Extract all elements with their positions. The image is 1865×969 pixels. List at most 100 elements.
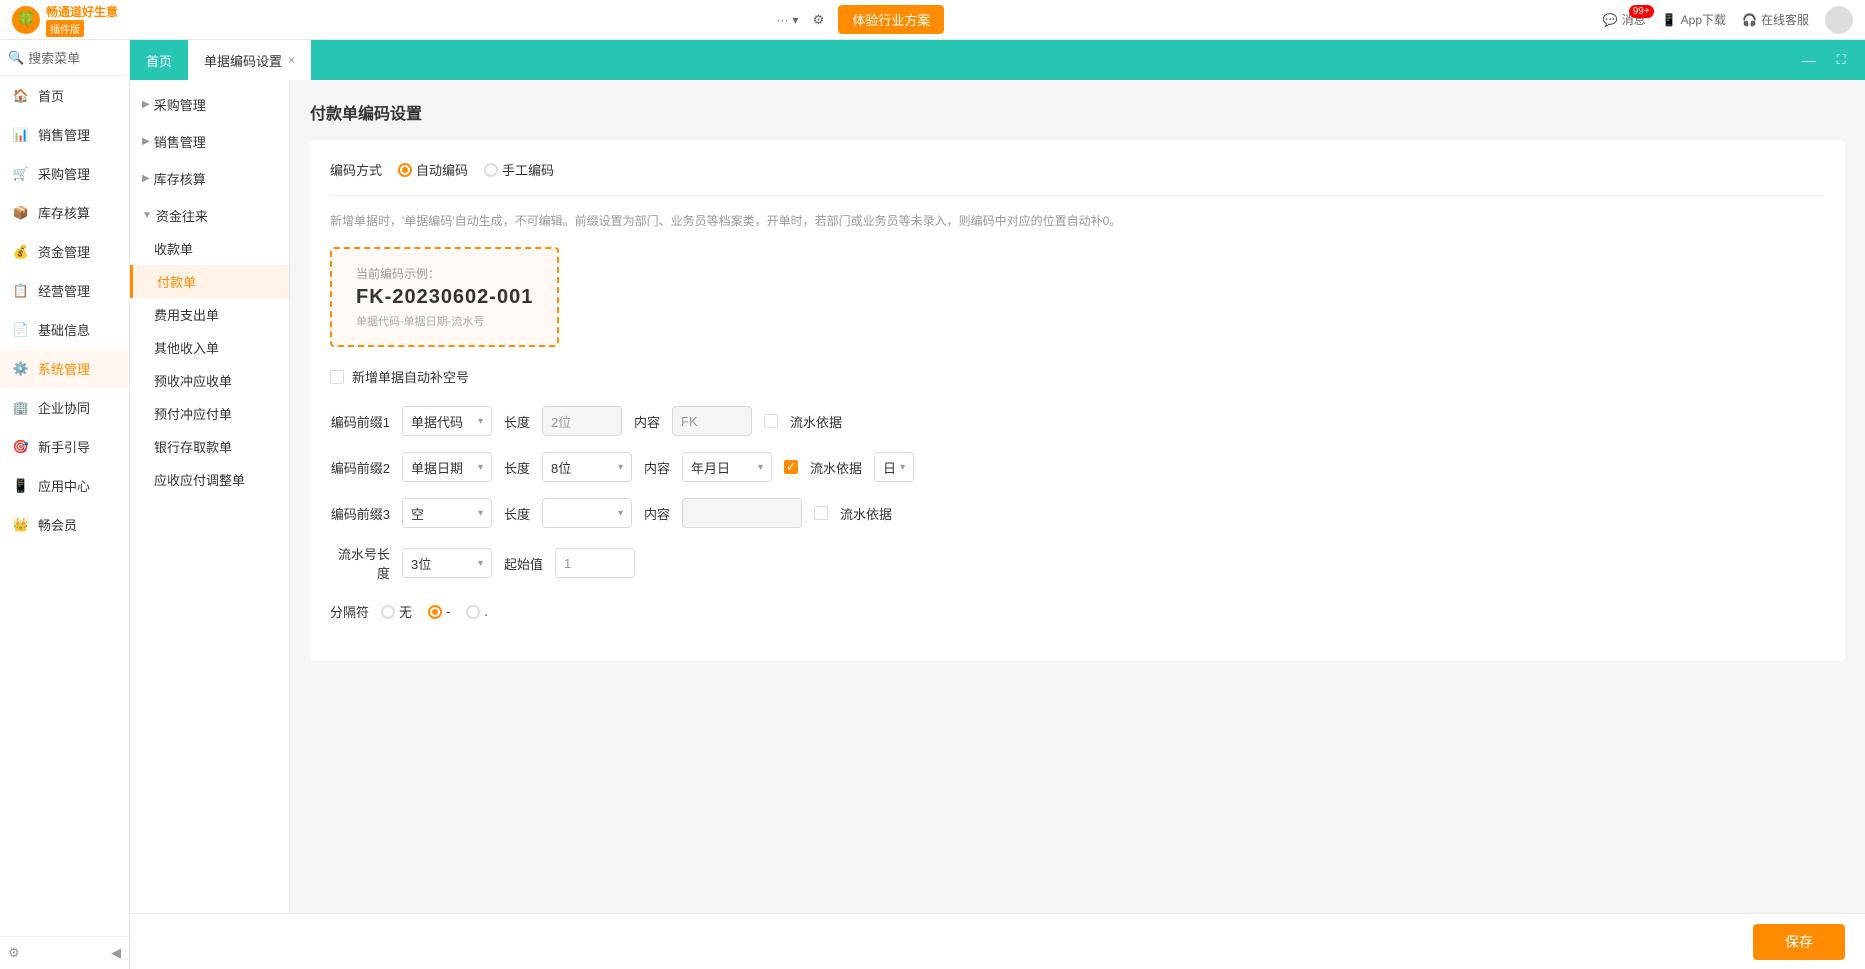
prefix3-length-select[interactable] (542, 498, 632, 528)
auto-encode-radio[interactable]: 自动编码 (398, 160, 468, 179)
nav-item-bank-deposit[interactable]: 银行存取款单 (130, 430, 289, 463)
nav-item-receipt[interactable]: 收款单 (130, 232, 289, 265)
sidebar-item-enterprise[interactable]: 🏢 企业协同 (0, 388, 129, 427)
sidebar-item-sales[interactable]: 📊 销售管理 (0, 115, 129, 154)
sidebar-collapse-icon[interactable]: ◀ (111, 945, 121, 961)
inventory-icon: 📦 (12, 204, 30, 222)
nav-item-expense[interactable]: 费用支出单 (130, 298, 289, 331)
prefix1-length-label: 长度 (504, 412, 530, 431)
separator-dot-radio[interactable]: . (466, 604, 488, 619)
prefix1-serial-checkbox[interactable] (764, 414, 778, 428)
prefix2-serial-checkbox[interactable]: ✓ (784, 460, 798, 474)
prefix2-content-label: 内容 (644, 458, 670, 477)
prefix1-select[interactable]: 单据代码 (402, 406, 492, 436)
base-icon: 📄 (12, 321, 30, 339)
message-item[interactable]: 💬 消息 99+ (1603, 11, 1646, 28)
service-icon: 🎧 (1742, 13, 1757, 27)
trial-button[interactable]: 体验行业方案 (838, 5, 944, 34)
separator-dash-radio[interactable]: - (428, 604, 450, 619)
save-button[interactable]: 保存 (1753, 924, 1845, 960)
sidebar-item-inventory[interactable]: 📦 库存核算 (0, 193, 129, 232)
member-icon: 👑 (12, 516, 30, 534)
online-service-item[interactable]: 🎧 在线客服 (1742, 11, 1809, 28)
prefix3-select[interactable]: 空 (402, 498, 492, 528)
nav-group-inventory-title[interactable]: ▶ 库存核算 (130, 162, 289, 195)
nav-group-sales-title[interactable]: ▶ 销售管理 (130, 125, 289, 158)
nav-item-other-income[interactable]: 其他收入单 (130, 331, 289, 364)
prefix3-length-chevron-icon (618, 508, 623, 519)
sidebar-item-member[interactable]: 👑 畅会员 (0, 505, 129, 544)
auto-fill-label: 新增单据自动补空号 (352, 367, 469, 386)
prefix2-content-select[interactable]: 年月日 (682, 452, 772, 482)
prefix2-length-label: 长度 (504, 458, 530, 477)
prefix3-length-label: 长度 (504, 504, 530, 523)
sidebar: 🔍 搜索菜单 🏠 首页 📊 销售管理 🛒 采购管理 📦 库存核算 💰 (0, 40, 130, 969)
day-chevron-icon (900, 462, 905, 473)
sidebar-item-purchase[interactable]: 🛒 采购管理 (0, 154, 129, 193)
sidebar-item-newguide[interactable]: 🎯 新手引导 (0, 427, 129, 466)
separator-label: 分隔符 (330, 602, 369, 621)
main-layout: 🔍 搜索菜单 🏠 首页 📊 销售管理 🛒 采购管理 📦 库存核算 💰 (0, 40, 1865, 969)
start-value-input[interactable]: 1 (555, 548, 635, 578)
left-nav-panel: ▶ 采购管理 ▶ 销售管理 ▶ 库存核算 (130, 80, 290, 913)
sidebar-search[interactable]: 🔍 搜索菜单 (0, 40, 129, 76)
sidebar-item-system[interactable]: ⚙️ 系统管理 (0, 349, 129, 388)
nav-group-capital-title[interactable]: ▼ 资金往来 (130, 199, 289, 232)
nav-group-purchase-title[interactable]: ▶ 采购管理 (130, 88, 289, 121)
prefix2-label: 编码前缀2 (330, 458, 390, 477)
auto-fill-row: 新增单据自动补空号 (330, 367, 1825, 386)
main-content: 付款单编码设置 编码方式 自动编码 手工编码 (290, 80, 1865, 913)
nav-group-capital: ▼ 资金往来 收款单 付款单 费用支出单 其他收入单 预收冲应收单 预付冲应付单… (130, 199, 289, 496)
serial-row: 流水号长度 3位 起始值 1 (330, 544, 1825, 582)
separator-none-radio[interactable]: 无 (381, 602, 412, 621)
bottom-bar: 保存 (130, 913, 1865, 969)
nav-item-prepay-pay[interactable]: 预付冲应付单 (130, 397, 289, 430)
logo-icon: 🍀 (12, 6, 40, 34)
app-download-item[interactable]: 📱 App下载 (1662, 11, 1726, 28)
serial-chevron-icon (478, 558, 483, 569)
preview-format: 单据代码-单据日期-流水号 (356, 313, 533, 329)
user-avatar[interactable] (1825, 6, 1853, 34)
prefix3-serial-checkbox[interactable] (814, 506, 828, 520)
sidebar-item-home[interactable]: 🏠 首页 (0, 76, 129, 115)
home-icon: 🏠 (12, 87, 30, 105)
serial-length-select[interactable]: 3位 (402, 548, 492, 578)
nav-item-prepay-recv[interactable]: 预收冲应收单 (130, 364, 289, 397)
tab-home[interactable]: 首页 (130, 40, 188, 80)
sidebar-item-operations[interactable]: 📋 经营管理 (0, 271, 129, 310)
prefix2-serial-label: 流水依据 (810, 458, 862, 477)
serial-length-label: 流水号长度 (330, 544, 390, 582)
two-pane: ▶ 采购管理 ▶ 销售管理 ▶ 库存核算 (130, 80, 1865, 913)
manual-encode-radio[interactable]: 手工编码 (484, 160, 554, 179)
nav-dropdown[interactable]: ··· (776, 13, 798, 27)
logo-text: 畅通道好生意 插件版 (46, 3, 118, 37)
preview-label: 当前编码示例： (356, 265, 533, 282)
prefix1-chevron-icon (478, 416, 483, 427)
nav-item-ar-ap-adj[interactable]: 应收应付调整单 (130, 463, 289, 496)
separator-radio-group: 无 - . (381, 602, 488, 621)
search-icon: 🔍 (8, 50, 24, 66)
prefix2-length-select[interactable]: 8位 (542, 452, 632, 482)
purchase-icon: 🛒 (12, 165, 30, 183)
settings-card: 编码方式 自动编码 手工编码 (310, 140, 1845, 661)
prefix2-day-select[interactable]: 日 (874, 452, 914, 482)
prefix2-content-chevron-icon (758, 462, 763, 473)
tab-minimize-icon[interactable]: — (1797, 48, 1821, 72)
tab-maximize-icon[interactable]: ⛶ (1829, 48, 1853, 72)
settings-icon[interactable]: ⚙ (806, 8, 830, 32)
info-text: 新增单据时，'单据编码'自动生成，不可编辑。前缀设置为部门、业务员等档案类，开单… (330, 212, 1825, 231)
sidebar-settings-icon[interactable]: ⚙ (8, 945, 20, 961)
sidebar-nav: 🏠 首页 📊 销售管理 🛒 采购管理 📦 库存核算 💰 资金管理 📋 经 (0, 76, 129, 936)
tab-encode-settings[interactable]: 单据编码设置 × (188, 40, 311, 80)
auto-encode-radio-circle (398, 163, 412, 177)
preview-code: FK-20230602-001 (356, 286, 533, 309)
prefix1-row: 编码前缀1 单据代码 长度 2位 内容 FK (330, 406, 1825, 436)
sidebar-item-appcenter[interactable]: 📱 应用中心 (0, 466, 129, 505)
tab-close-icon[interactable]: × (288, 53, 295, 67)
top-bar: 🍀 畅通道好生意 插件版 ··· ⚙ 体验行业方案 💬 消息 99+ 📱 App… (0, 0, 1865, 40)
nav-item-payment[interactable]: 付款单 (130, 265, 289, 298)
sidebar-item-base[interactable]: 📄 基础信息 (0, 310, 129, 349)
auto-fill-checkbox[interactable] (330, 370, 344, 384)
sidebar-item-finance[interactable]: 💰 资金管理 (0, 232, 129, 271)
prefix2-select[interactable]: 单据日期 (402, 452, 492, 482)
